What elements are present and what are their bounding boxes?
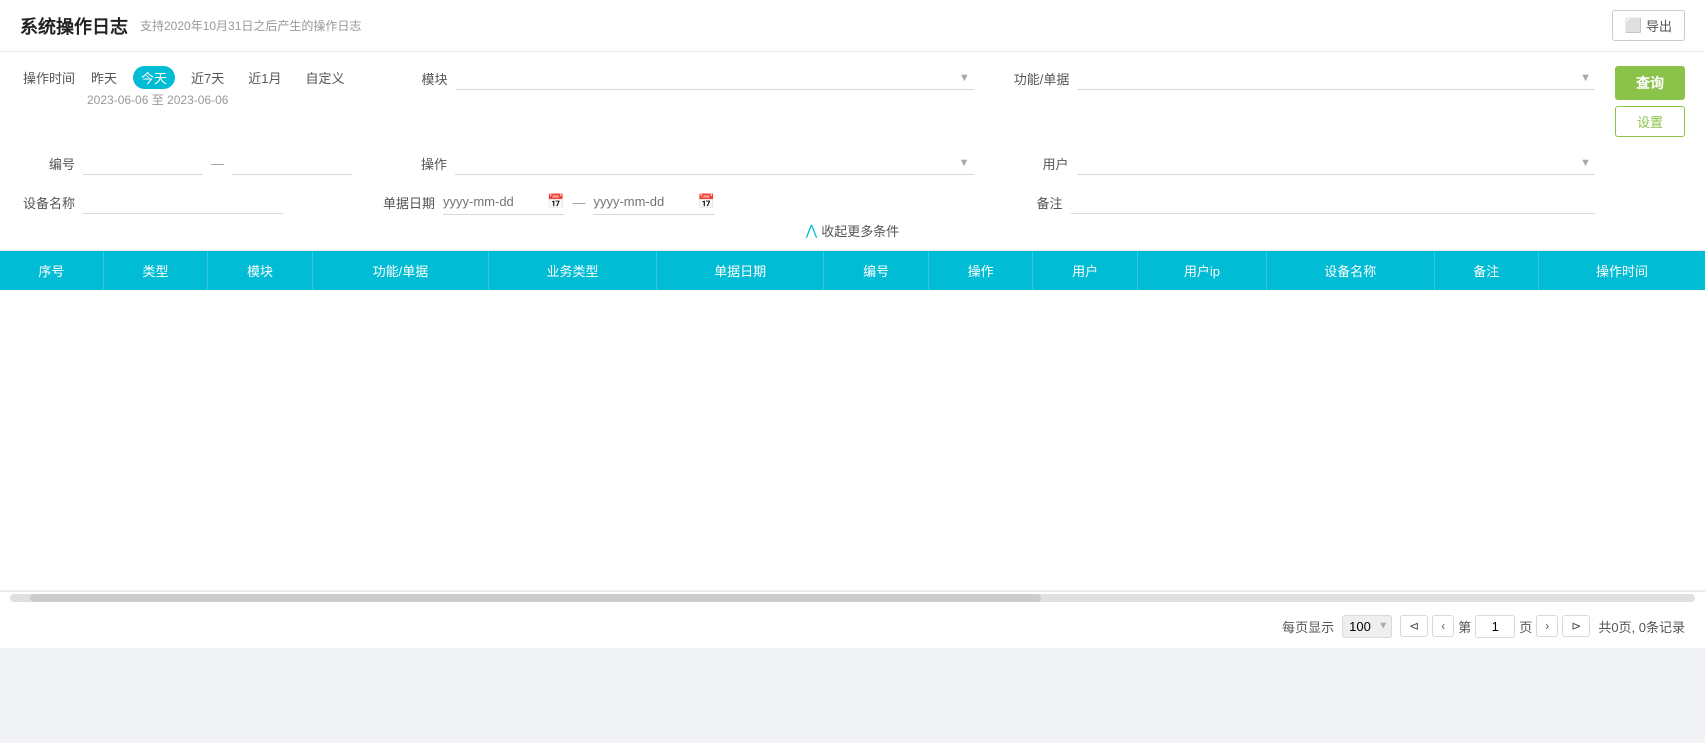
remark-label: 备注 — [1008, 193, 1063, 212]
prev-page-button[interactable]: ‹ — [1432, 615, 1454, 637]
date-end-icon[interactable]: 📅 — [697, 193, 714, 210]
date-end-wrap: 📅 — [593, 189, 714, 215]
col-func: 功能/单据 — [312, 251, 488, 290]
page-label: 第 — [1458, 617, 1471, 636]
collapse-row[interactable]: ⋀ 收起更多条件 — [20, 215, 1685, 250]
num-start-input[interactable] — [83, 151, 203, 175]
user-label: 用户 — [1014, 154, 1069, 173]
export-button[interactable]: ⬜ 导出 — [1612, 10, 1685, 41]
next-page-button[interactable]: › — [1536, 615, 1558, 637]
action-buttons: 查询 设置 — [1615, 66, 1685, 137]
module-select[interactable] — [456, 70, 974, 85]
num-label: 编号 — [20, 154, 75, 173]
col-user-ip: 用户ip — [1137, 251, 1266, 290]
pagination-nav: ⊲ ‹ 第 页 › ⊳ — [1400, 615, 1590, 638]
query-button[interactable]: 查询 — [1615, 66, 1685, 100]
device-input[interactable] — [83, 190, 283, 214]
export-label: 导出 — [1646, 16, 1672, 35]
op-select[interactable] — [455, 155, 974, 170]
date-start-input[interactable] — [443, 194, 543, 209]
scrollbar-thumb[interactable] — [30, 594, 1041, 602]
func-label: 功能/单据 — [1014, 69, 1070, 88]
op-label: 操作 — [392, 154, 447, 173]
time-range: 2023-06-06 至 2023-06-06 — [87, 93, 228, 107]
col-type: 类型 — [103, 251, 207, 290]
user-dropdown[interactable]: ▼ — [1077, 151, 1596, 175]
page-input[interactable] — [1475, 615, 1515, 638]
data-table: 序号 类型 模块 功能/单据 业务类型 单据日期 编号 操作 用户 用户ip 设… — [0, 251, 1705, 591]
col-device: 设备名称 — [1266, 251, 1434, 290]
table-header: 序号 类型 模块 功能/单据 业务类型 单据日期 编号 操作 用户 用户ip 设… — [0, 251, 1705, 290]
settings-button[interactable]: 设置 — [1615, 106, 1685, 137]
num-end-input[interactable] — [232, 151, 352, 175]
func-select[interactable] — [1077, 70, 1595, 85]
time-btn-custom[interactable]: 自定义 — [298, 66, 353, 89]
col-remark: 备注 — [1434, 251, 1538, 290]
filter-row-2: 编号 — 操作 ▼ 用户 ▼ — [20, 151, 1685, 175]
scrollbar-row — [0, 591, 1705, 605]
page-header: 系统操作日志 支持2020年10月31日之后产生的操作日志 ⬜ 导出 — [0, 0, 1705, 52]
date-dash: — — [572, 195, 585, 210]
module-dropdown[interactable]: ▼ — [456, 66, 974, 90]
table-wrap: 序号 类型 模块 功能/单据 业务类型 单据日期 编号 操作 用户 用户ip 设… — [0, 251, 1705, 591]
remark-input[interactable] — [1071, 190, 1596, 214]
date-end-input[interactable] — [593, 194, 693, 209]
collapse-button[interactable]: ⋀ 收起更多条件 — [806, 221, 900, 240]
time-btn-7days[interactable]: 近7天 — [183, 66, 232, 89]
filter-row-3: 设备名称 单据日期 📅 — 📅 备注 — [20, 189, 1685, 215]
filter-row-1: 操作时间 昨天 今天 近7天 近1月 自定义 2023-06-06 至 2023… — [20, 66, 1685, 137]
page-size-label: 每页显示 — [1282, 617, 1334, 636]
date-start-icon[interactable]: 📅 — [547, 193, 564, 210]
table-header-row: 序号 类型 模块 功能/单据 业务类型 单据日期 编号 操作 用户 用户ip 设… — [0, 251, 1705, 290]
last-page-button[interactable]: ⊳ — [1562, 615, 1590, 637]
date-label: 单据日期 — [380, 193, 435, 212]
date-start-wrap: 📅 — [443, 189, 564, 215]
page-subtitle: 支持2020年10月31日之后产生的操作日志 — [140, 17, 361, 34]
page-size-wrap: 100 50 200 ▼ — [1342, 615, 1392, 638]
page-title: 系统操作日志 — [20, 13, 128, 39]
collapse-icon: ⋀ — [806, 222, 817, 239]
first-page-button[interactable]: ⊲ — [1400, 615, 1428, 637]
page-size-select[interactable]: 100 50 200 — [1342, 615, 1392, 638]
scrollbar-track[interactable] — [10, 594, 1695, 602]
pagination-bar: 每页显示 100 50 200 ▼ ⊲ ‹ 第 页 › ⊳ 共0页, 0条记录 — [0, 605, 1705, 648]
time-btn-yesterday[interactable]: 昨天 — [83, 66, 125, 89]
col-num: 编号 — [824, 251, 928, 290]
time-label: 操作时间 — [20, 68, 75, 87]
col-module: 模块 — [208, 251, 312, 290]
user-select[interactable] — [1077, 155, 1596, 170]
col-seq: 序号 — [0, 251, 103, 290]
col-op: 操作 — [928, 251, 1032, 290]
num-dash: — — [211, 156, 224, 171]
op-dropdown[interactable]: ▼ — [455, 151, 974, 175]
col-biz-type: 业务类型 — [489, 251, 657, 290]
page-unit: 页 — [1519, 617, 1532, 636]
col-date: 单据日期 — [656, 251, 824, 290]
export-icon: ⬜ — [1625, 17, 1642, 34]
filter-area: 操作时间 昨天 今天 近7天 近1月 自定义 2023-06-06 至 2023… — [0, 52, 1705, 251]
table-body — [0, 290, 1705, 590]
total-text: 共0页, 0条记录 — [1598, 617, 1685, 636]
module-label: 模块 — [393, 69, 448, 88]
time-btn-today[interactable]: 今天 — [133, 66, 175, 89]
time-options: 昨天 今天 近7天 近1月 自定义 — [83, 66, 353, 89]
device-label: 设备名称 — [20, 193, 75, 212]
empty-row — [0, 290, 1705, 590]
col-user: 用户 — [1033, 251, 1137, 290]
col-op-time: 操作时间 — [1539, 251, 1705, 290]
func-dropdown[interactable]: ▼ — [1077, 66, 1595, 90]
time-btn-1month[interactable]: 近1月 — [240, 66, 289, 89]
collapse-label: 收起更多条件 — [821, 221, 899, 240]
